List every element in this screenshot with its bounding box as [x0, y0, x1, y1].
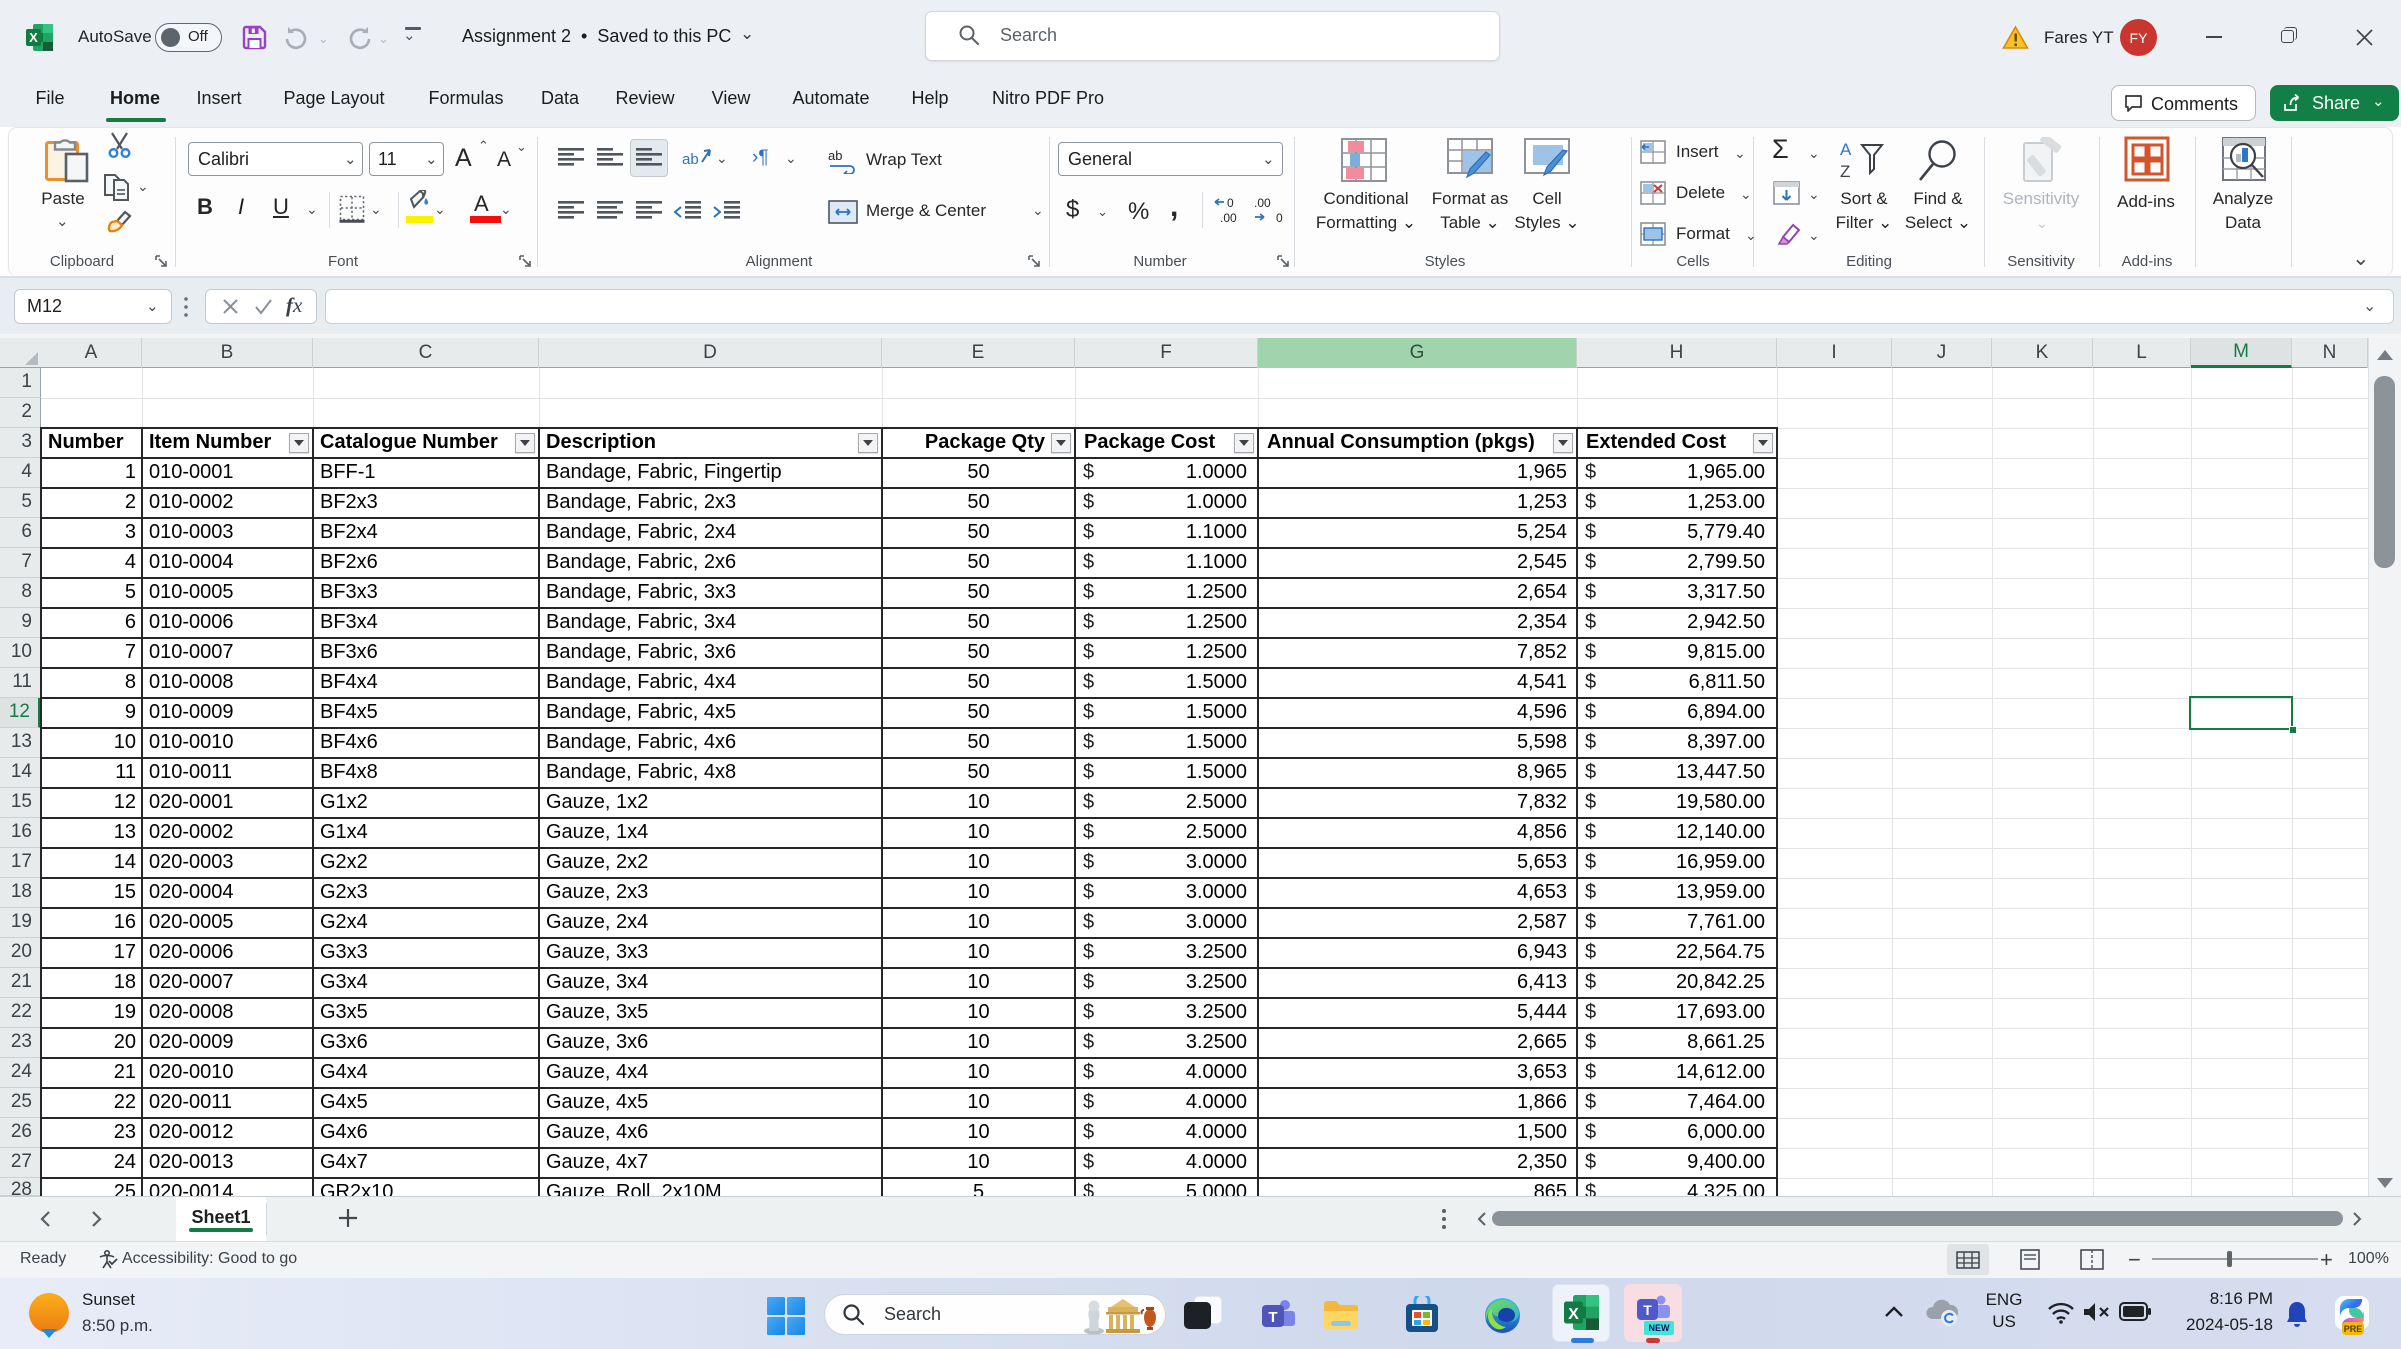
svg-text:Z: Z — [1840, 162, 1850, 181]
svg-text:T: T — [1643, 1302, 1652, 1318]
svg-text:0: 0 — [1276, 211, 1283, 225]
svg-text:PRE: PRE — [2344, 1324, 2363, 1334]
svg-text:X: X — [29, 30, 38, 45]
svg-text:.00: .00 — [1254, 196, 1271, 210]
svg-text:0: 0 — [1227, 196, 1234, 210]
svg-text:.00: .00 — [1220, 211, 1237, 225]
svg-text:X: X — [1568, 1306, 1579, 1323]
svg-text:A: A — [1840, 140, 1852, 159]
svg-text:ab: ab — [682, 151, 699, 168]
svg-text:ab: ab — [828, 148, 842, 163]
svg-text:T: T — [1268, 1309, 1277, 1326]
